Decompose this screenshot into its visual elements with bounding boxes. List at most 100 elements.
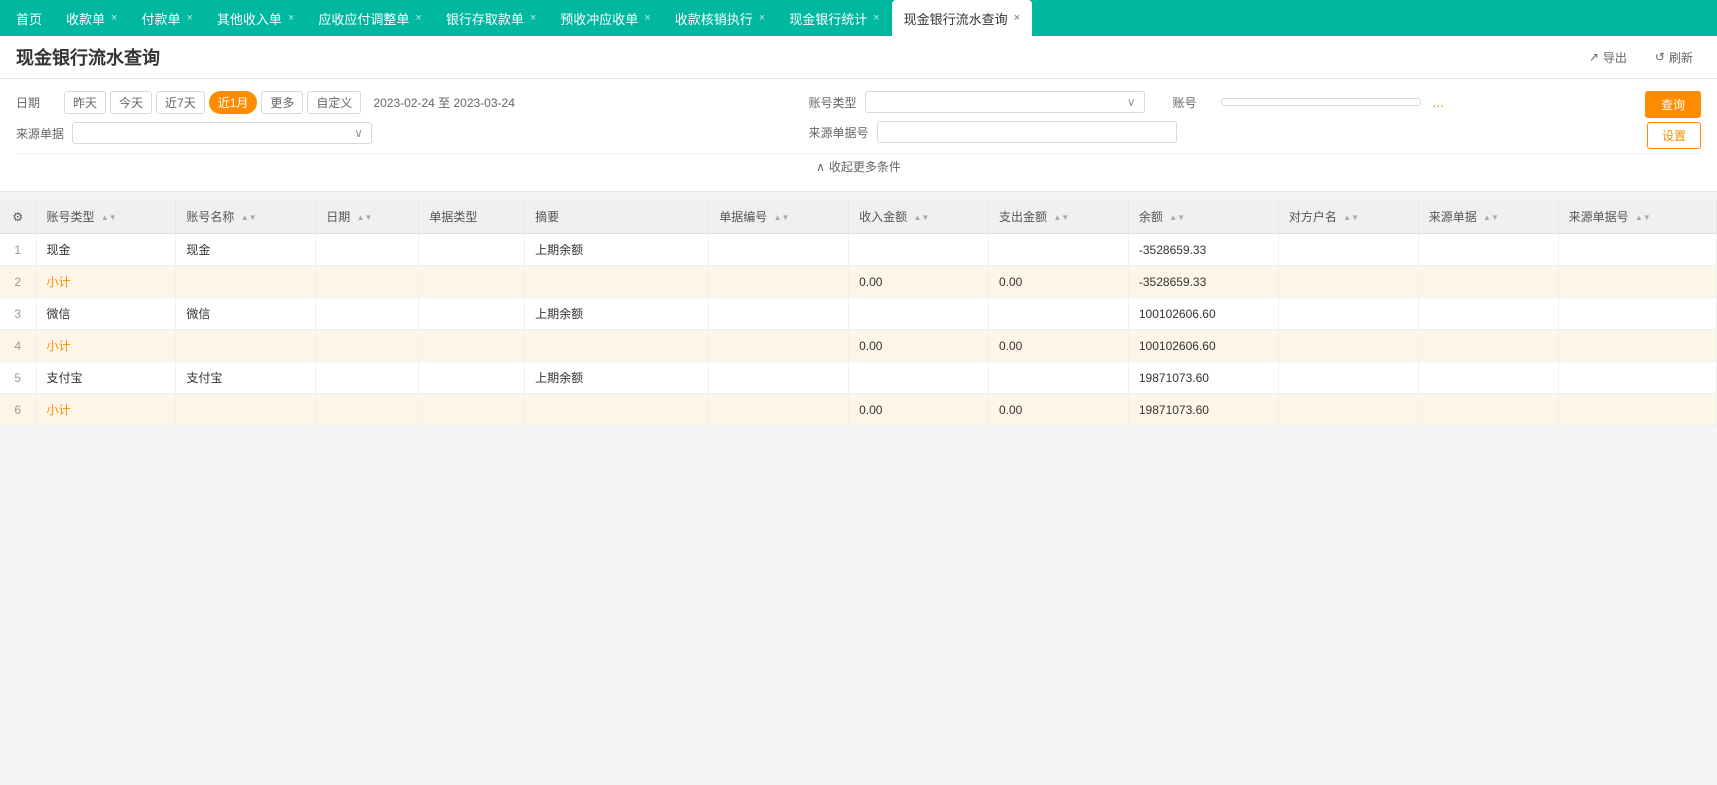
table-cell: 微信: [176, 298, 316, 330]
col-doc-no[interactable]: 单据编号 ▲▼: [709, 200, 849, 234]
source-doc-no-label: 来源单据号: [809, 124, 869, 141]
close-icon[interactable]: ×: [644, 12, 650, 24]
table-cell: 0.00: [989, 266, 1129, 298]
table-cell: 19871073.60: [1128, 394, 1278, 426]
table-cell: 上期余额: [525, 362, 709, 394]
table-cell: [709, 330, 849, 362]
table-cell: [419, 330, 525, 362]
account-ellipsis[interactable]: ...: [1429, 94, 1449, 110]
top-nav: 首页 收款单 × 付款单 × 其他收入单 × 应收应付调整单 × 银行存取款单 …: [0, 0, 1717, 36]
source-doc-no-row: 来源单据号: [809, 121, 1582, 143]
close-icon[interactable]: ×: [186, 12, 192, 24]
account-type-select[interactable]: ∨: [865, 91, 1145, 113]
table-cell: [316, 362, 419, 394]
close-icon[interactable]: ×: [1014, 12, 1020, 24]
collapse-up-icon: ∧: [816, 160, 825, 174]
table-cell: [849, 234, 989, 266]
nav-home[interactable]: 首页: [4, 0, 54, 36]
nav-cash-stats[interactable]: 现金银行统计 ×: [777, 0, 891, 36]
close-icon[interactable]: ×: [873, 12, 879, 24]
sort-icon: ▲▼: [774, 214, 790, 222]
nav-bank-deposit[interactable]: 银行存取款单 ×: [434, 0, 548, 36]
sort-icon: ▲▼: [1053, 214, 1069, 222]
table-cell: [1278, 234, 1418, 266]
col-account-type[interactable]: 账号类型 ▲▼: [36, 200, 176, 234]
col-account-name[interactable]: 账号名称 ▲▼: [176, 200, 316, 234]
table-cell: [1418, 330, 1558, 362]
date-more[interactable]: 更多: [261, 91, 303, 114]
account-type-label: 账号类型: [809, 94, 857, 111]
table-cell: [316, 266, 419, 298]
table-cell: 5: [0, 362, 36, 394]
nav-cash-flow[interactable]: 现金银行流水查询 ×: [892, 0, 1032, 36]
nav-collection[interactable]: 收款核销执行 ×: [663, 0, 777, 36]
table-cell: [1278, 362, 1418, 394]
query-button[interactable]: 查询: [1645, 91, 1701, 118]
table-cell: 现金: [36, 234, 176, 266]
table-cell: [849, 362, 989, 394]
date-yesterday[interactable]: 昨天: [64, 91, 106, 114]
table-body: 1现金现金上期余额-3528659.332小计0.000.00-3528659.…: [0, 234, 1717, 426]
col-date[interactable]: 日期 ▲▼: [316, 200, 419, 234]
table-cell: [1278, 394, 1418, 426]
col-expense[interactable]: 支出金额 ▲▼: [989, 200, 1129, 234]
account-type-row: 账号类型 ∨ 账号 ...: [809, 91, 1582, 113]
source-doc-select[interactable]: ∨: [72, 122, 372, 144]
table-cell: [176, 266, 316, 298]
table-cell: [316, 298, 419, 330]
date-filter-row: 日期 昨天 今天 近7天 近1月 更多 自定义 2023-02-24 至 202…: [16, 91, 789, 114]
table-cell: [709, 234, 849, 266]
table-cell: 0.00: [849, 330, 989, 362]
date-1month[interactable]: 近1月: [209, 91, 258, 114]
table-cell: [176, 330, 316, 362]
table-cell: 100102606.60: [1128, 330, 1278, 362]
close-icon[interactable]: ×: [288, 12, 294, 24]
collapse-bar[interactable]: ∧ 收起更多条件: [16, 153, 1701, 179]
col-source-doc-no[interactable]: 来源单据号 ▲▼: [1558, 200, 1716, 234]
col-counterpart[interactable]: 对方户名 ▲▼: [1278, 200, 1418, 234]
page-title: 现金银行流水查询: [16, 44, 160, 70]
filter-right-col: 查询 设置: [1581, 91, 1701, 149]
export-button[interactable]: ↗ 导出: [1581, 45, 1635, 70]
chevron-down-icon: ∨: [354, 126, 363, 140]
col-income[interactable]: 收入金额 ▲▼: [849, 200, 989, 234]
sort-icon: ▲▼: [1343, 214, 1359, 222]
close-icon[interactable]: ×: [530, 12, 536, 24]
col-gear[interactable]: ⚙: [0, 200, 36, 234]
date-custom[interactable]: 自定义: [307, 91, 361, 114]
source-doc-no-input[interactable]: [877, 121, 1177, 143]
table-cell: [1418, 234, 1558, 266]
table-row: 3微信微信上期余额100102606.60: [0, 298, 1717, 330]
close-icon[interactable]: ×: [111, 12, 117, 24]
table-cell: 6: [0, 394, 36, 426]
table-cell: 小计: [36, 394, 176, 426]
table-cell: 4: [0, 330, 36, 362]
table-cell: 100102606.60: [1128, 298, 1278, 330]
refresh-button[interactable]: ↺ 刷新: [1647, 45, 1701, 70]
sort-icon: ▲▼: [913, 214, 929, 222]
date-today[interactable]: 今天: [110, 91, 152, 114]
table-cell: [1558, 330, 1716, 362]
date-7days[interactable]: 近7天: [156, 91, 205, 114]
account-select[interactable]: [1221, 98, 1421, 106]
nav-payment[interactable]: 付款单 ×: [129, 0, 204, 36]
table-cell: [1278, 266, 1418, 298]
table-cell: [525, 266, 709, 298]
nav-advance[interactable]: 预收冲应收单 ×: [548, 0, 662, 36]
table-cell: [1558, 266, 1716, 298]
col-balance[interactable]: 余额 ▲▼: [1128, 200, 1278, 234]
table-row: 1现金现金上期余额-3528659.33: [0, 234, 1717, 266]
table-cell: [1558, 394, 1716, 426]
nav-adjustment[interactable]: 应收应付调整单 ×: [306, 0, 433, 36]
close-icon[interactable]: ×: [759, 12, 765, 24]
col-source-doc[interactable]: 来源单据 ▲▼: [1418, 200, 1558, 234]
setting-button[interactable]: 设置: [1647, 122, 1701, 149]
nav-other-income[interactable]: 其他收入单 ×: [205, 0, 306, 36]
col-summary[interactable]: 摘要: [525, 200, 709, 234]
sort-icon: ▲▼: [357, 214, 373, 222]
table-cell: [419, 298, 525, 330]
nav-receipt[interactable]: 收款单 ×: [54, 0, 129, 36]
table-cell: 上期余额: [525, 298, 709, 330]
close-icon[interactable]: ×: [415, 12, 421, 24]
col-doc-type[interactable]: 单据类型: [419, 200, 525, 234]
